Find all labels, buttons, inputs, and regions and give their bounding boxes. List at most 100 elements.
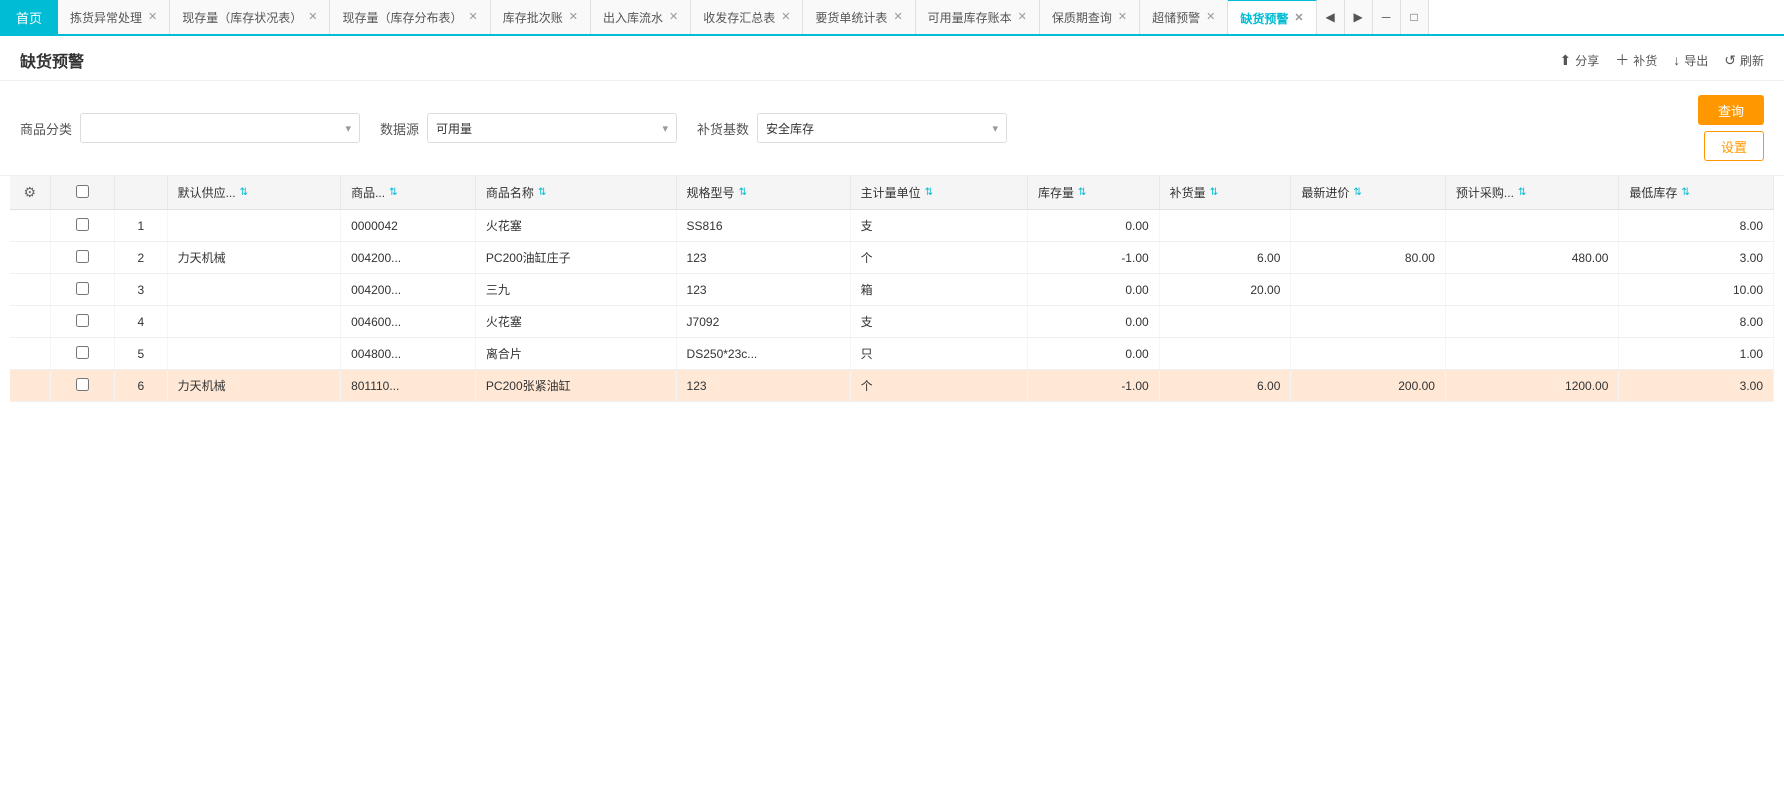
- tab-close-10[interactable]: ✕: [1206, 12, 1215, 23]
- col-replenish[interactable]: 补货量 ⇅: [1159, 176, 1291, 210]
- row-replenish-0: [1159, 210, 1291, 242]
- row-unit-2: 箱: [850, 274, 1027, 306]
- row-supplier-3: [167, 306, 341, 338]
- col-product-name[interactable]: 商品名称 ⇅: [475, 176, 676, 210]
- tab-label-8: 可用量库存账本: [928, 9, 1012, 26]
- tab-item-5[interactable]: 出入库流水 ✕: [591, 0, 691, 35]
- row-replenish-2: 20.00: [1159, 274, 1291, 306]
- filter-datasource-group: 数据源 可用量 ▾: [380, 113, 677, 143]
- row-select-3[interactable]: [76, 314, 89, 327]
- sort-icon-est: ⇅: [1518, 187, 1526, 198]
- tab-close-5[interactable]: ✕: [669, 12, 678, 23]
- row-spec-1: 123: [676, 242, 850, 274]
- row-replenish-4: [1159, 338, 1291, 370]
- table-header-row: ⚙ 默认供应... ⇅ 商品...: [10, 176, 1774, 210]
- tab-close-9[interactable]: ✕: [1118, 12, 1127, 23]
- row-unit-1: 个: [850, 242, 1027, 274]
- table-row: 5 004800... 离合片 DS250*23c... 只 0.00 1.00: [10, 338, 1774, 370]
- settings-gear-icon[interactable]: ⚙: [23, 184, 36, 200]
- tab-close-1[interactable]: ✕: [148, 12, 157, 23]
- tab-home[interactable]: 首页: [0, 0, 58, 35]
- tab-nav-prev[interactable]: ◀: [1317, 0, 1345, 35]
- tab-close-3[interactable]: ✕: [469, 12, 478, 23]
- row-latest-price-2: [1291, 274, 1446, 306]
- col-unit[interactable]: 主计量单位 ⇅: [850, 176, 1027, 210]
- row-code-2: 004200...: [341, 274, 476, 306]
- tab-item-11[interactable]: 缺货预警 ✕: [1228, 0, 1316, 35]
- tab-item-8[interactable]: 可用量库存账本 ✕: [916, 0, 1040, 35]
- minimize-button[interactable]: ─: [1373, 0, 1401, 35]
- row-checkbox-0: [50, 210, 115, 242]
- select-all-checkbox[interactable]: [76, 185, 89, 198]
- row-spec-5: 123: [676, 370, 850, 402]
- col-spec[interactable]: 规格型号 ⇅: [676, 176, 850, 210]
- tab-item-3[interactable]: 现存量（库存分布表） ✕: [330, 0, 490, 35]
- row-min-stock-2: 10.00: [1619, 274, 1774, 306]
- col-num: [115, 176, 168, 210]
- share-label: 分享: [1575, 52, 1599, 69]
- replenish-button[interactable]: ＋ 补货: [1615, 50, 1657, 70]
- col-min-stock[interactable]: 最低库存 ⇅: [1619, 176, 1774, 210]
- filter-replenish-label: 补货基数: [697, 119, 749, 138]
- filter-category-group: 商品分类 ▾: [20, 113, 360, 143]
- row-select-1[interactable]: [76, 250, 89, 263]
- row-settings-2: [10, 274, 50, 306]
- filter-replenish-select[interactable]: 安全库存 ▾: [757, 113, 1007, 143]
- row-select-5[interactable]: [76, 378, 89, 391]
- row-name-2: 三九: [475, 274, 676, 306]
- tab-nav-next[interactable]: ▶: [1345, 0, 1373, 35]
- sort-icon-unit: ⇅: [925, 187, 933, 198]
- filter-datasource-select[interactable]: 可用量 ▾: [427, 113, 677, 143]
- tab-item-2[interactable]: 现存量（库存状况表） ✕: [170, 0, 330, 35]
- table-row: 1 0000042 火花塞 SS816 支 0.00 8.00: [10, 210, 1774, 242]
- tab-close-2[interactable]: ✕: [308, 12, 317, 23]
- row-name-4: 离合片: [475, 338, 676, 370]
- col-product-code[interactable]: 商品... ⇅: [341, 176, 476, 210]
- query-button[interactable]: 查询: [1698, 95, 1764, 125]
- tab-close-8[interactable]: ✕: [1018, 12, 1027, 23]
- settings-button[interactable]: 设置: [1704, 131, 1764, 161]
- row-spec-4: DS250*23c...: [676, 338, 850, 370]
- share-button[interactable]: ⬆ 分享: [1559, 52, 1599, 69]
- row-est-purchase-4: [1445, 338, 1619, 370]
- row-checkbox-1: [50, 242, 115, 274]
- row-select-2[interactable]: [76, 282, 89, 295]
- row-select-4[interactable]: [76, 346, 89, 359]
- header-actions: ⬆ 分享 ＋ 补货 ↓ 导出 ↺ 刷新: [1559, 50, 1764, 70]
- tab-close-4[interactable]: ✕: [569, 12, 578, 23]
- row-replenish-5: 6.00: [1159, 370, 1291, 402]
- col-settings[interactable]: ⚙: [10, 176, 50, 210]
- row-checkbox-2: [50, 274, 115, 306]
- col-stock[interactable]: 库存量 ⇅: [1027, 176, 1159, 210]
- tab-item-1[interactable]: 拣货异常处理 ✕: [58, 0, 170, 35]
- row-select-0[interactable]: [76, 218, 89, 231]
- row-unit-5: 个: [850, 370, 1027, 402]
- row-checkbox-5: [50, 370, 115, 402]
- tab-close-6[interactable]: ✕: [781, 12, 790, 23]
- col-latest-price[interactable]: 最新进价 ⇅: [1291, 176, 1446, 210]
- filter-category-select[interactable]: ▾: [80, 113, 360, 143]
- export-button[interactable]: ↓ 导出: [1673, 52, 1708, 69]
- maximize-button[interactable]: □: [1401, 0, 1429, 35]
- tab-label-4: 库存批次账: [503, 9, 563, 26]
- tab-label-10: 超储预警: [1152, 9, 1200, 26]
- row-spec-3: J7092: [676, 306, 850, 338]
- refresh-button[interactable]: ↺ 刷新: [1724, 52, 1764, 69]
- row-unit-0: 支: [850, 210, 1027, 242]
- row-est-purchase-0: [1445, 210, 1619, 242]
- col-default-supplier[interactable]: 默认供应... ⇅: [167, 176, 341, 210]
- col-checkbox: [50, 176, 115, 210]
- row-settings-3: [10, 306, 50, 338]
- tab-close-7[interactable]: ✕: [893, 12, 902, 23]
- col-estimated-purchase[interactable]: 预计采购... ⇅: [1445, 176, 1619, 210]
- tab-item-6[interactable]: 收发存汇总表 ✕: [691, 0, 803, 35]
- row-settings-0: [10, 210, 50, 242]
- tab-item-9[interactable]: 保质期查询 ✕: [1040, 0, 1140, 35]
- tab-item-4[interactable]: 库存批次账 ✕: [491, 0, 591, 35]
- row-spec-2: 123: [676, 274, 850, 306]
- tab-close-11[interactable]: ✕: [1294, 13, 1303, 24]
- tab-item-7[interactable]: 要货单统计表 ✕: [803, 0, 915, 35]
- filter-category-label: 商品分类: [20, 119, 72, 138]
- table-row: 6 力天机械 801110... PC200张紧油缸 123 个 -1.00 6…: [10, 370, 1774, 402]
- tab-item-10[interactable]: 超储预警 ✕: [1140, 0, 1228, 35]
